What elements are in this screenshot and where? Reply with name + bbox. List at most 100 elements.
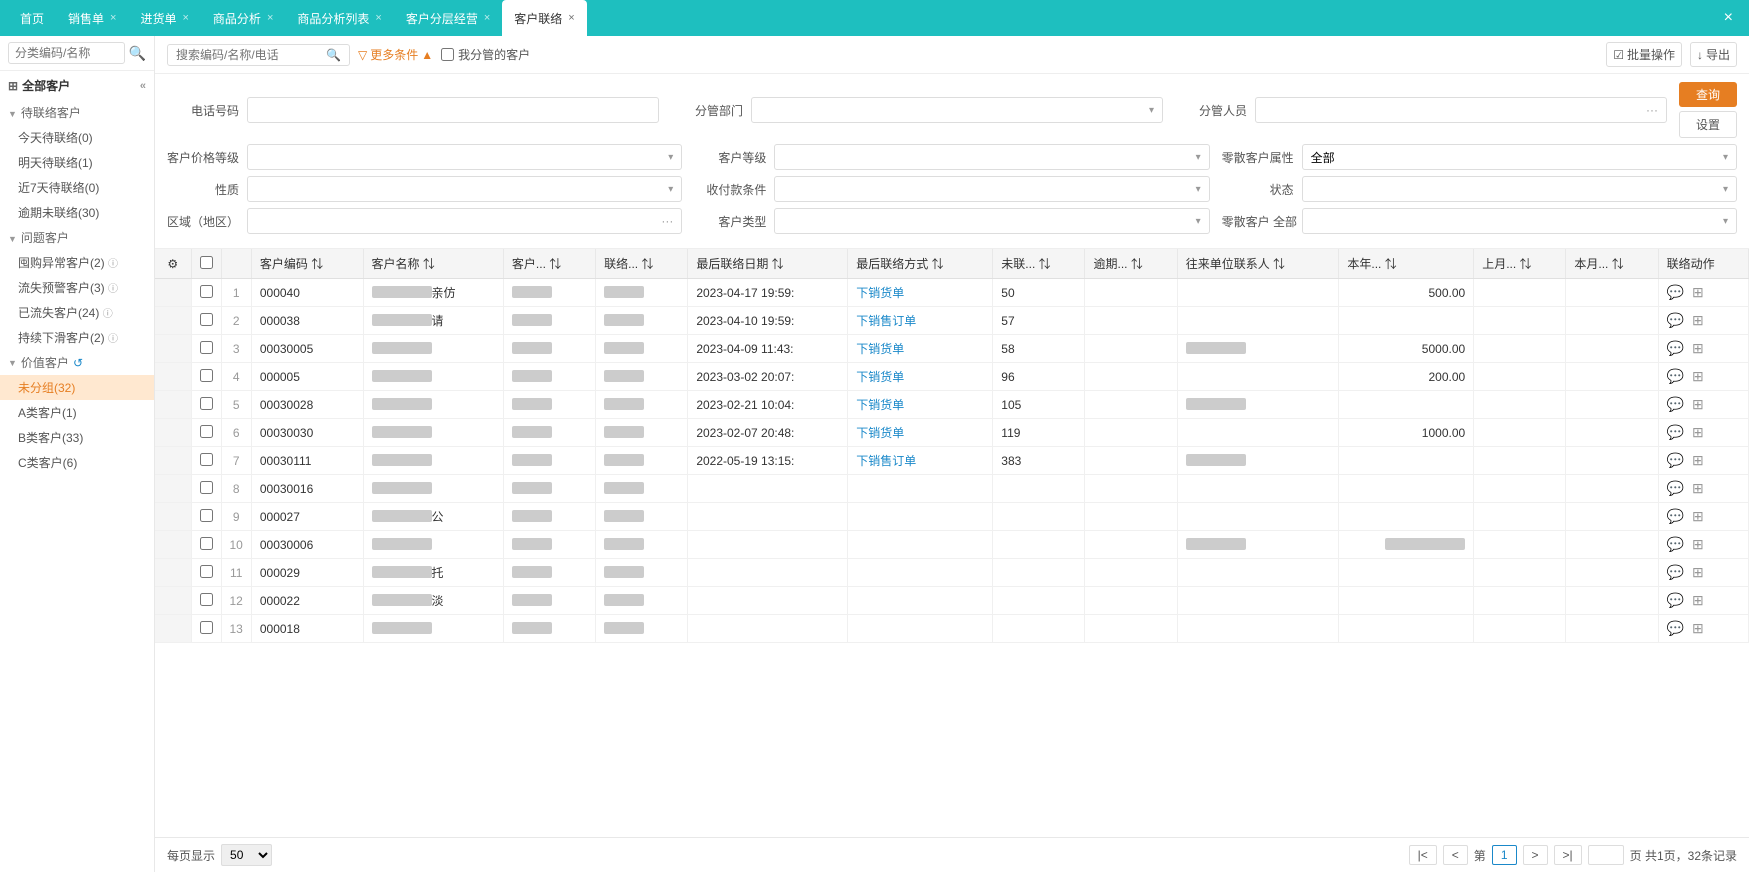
col-last-contact-method[interactable]: 最后联络方式 ⇅	[848, 249, 993, 279]
export-btn[interactable]: ↓ 导出	[1690, 42, 1737, 67]
sidebar-search-button[interactable]: 🔍	[129, 45, 146, 62]
staff-control[interactable]: ···	[1255, 97, 1667, 123]
sidebar-item-class-c[interactable]: C类客户(6)	[0, 450, 154, 475]
row-checkbox-cell[interactable]	[191, 475, 221, 503]
row-checkbox-cell[interactable]	[191, 587, 221, 615]
chat-icon[interactable]: 💬	[1667, 452, 1684, 469]
sidebar-item-today-pending[interactable]: 今天待联络(0)	[0, 125, 154, 150]
row-checkbox-cell[interactable]	[191, 447, 221, 475]
more-action-icon[interactable]: ⊞	[1692, 564, 1704, 581]
query-button[interactable]: 查询	[1679, 82, 1737, 107]
row-checkbox-cell[interactable]	[191, 391, 221, 419]
sidebar-collapse-icon[interactable]: «	[140, 80, 146, 92]
last-page-btn[interactable]: >|	[1554, 845, 1582, 865]
my-customers-checkbox[interactable]: 我分管的客户	[441, 46, 530, 63]
contact-method-link[interactable]: 下销售订单	[856, 454, 916, 468]
row-checkbox[interactable]	[200, 313, 213, 326]
customer-segment-tab-close[interactable]: ×	[484, 12, 490, 24]
sidebar-item-churned[interactable]: 已流失客户(24) ⓘ	[0, 300, 154, 325]
sidebar-item-declining[interactable]: 持续下滑客户(2) ⓘ	[0, 325, 154, 350]
chat-icon[interactable]: 💬	[1667, 340, 1684, 357]
chat-icon[interactable]: 💬	[1667, 620, 1684, 637]
more-action-icon[interactable]: ⊞	[1692, 620, 1704, 637]
row-checkbox[interactable]	[200, 369, 213, 382]
more-action-icon[interactable]: ⊞	[1692, 424, 1704, 441]
more-conditions-btn[interactable]: ▽ 更多条件 ▲	[358, 46, 433, 63]
row-checkbox-cell[interactable]	[191, 419, 221, 447]
customer-type-control[interactable]: ▾	[774, 208, 1209, 234]
reload-icon[interactable]: ↺	[73, 356, 83, 370]
tab-purchase[interactable]: 进货单 ×	[128, 0, 200, 36]
product-analysis-list-tab-close[interactable]: ×	[375, 12, 381, 24]
staff-more-icon[interactable]: ···	[1646, 103, 1658, 117]
more-action-icon[interactable]: ⊞	[1692, 312, 1704, 329]
chat-icon[interactable]: 💬	[1667, 368, 1684, 385]
chat-icon[interactable]: 💬	[1667, 508, 1684, 525]
col-overdue[interactable]: 逾期... ⇅	[1085, 249, 1177, 279]
sidebar-item-class-a[interactable]: A类客户(1)	[0, 400, 154, 425]
price-level-control[interactable]: ▾	[247, 144, 682, 170]
col-this-year[interactable]: 本年... ⇅	[1339, 249, 1474, 279]
row-checkbox-cell[interactable]	[191, 531, 221, 559]
row-checkbox-cell[interactable]	[191, 559, 221, 587]
col-company-contact[interactable]: 往来单位联系人 ⇅	[1177, 249, 1339, 279]
row-checkbox[interactable]	[200, 621, 213, 634]
row-checkbox-cell[interactable]	[191, 615, 221, 643]
sidebar-item-tomorrow-pending[interactable]: 明天待联络(1)	[0, 150, 154, 175]
goto-page-input[interactable]	[1588, 845, 1624, 865]
col-no-contact[interactable]: 未联... ⇅	[993, 249, 1085, 279]
col-settings[interactable]: ⚙	[155, 249, 191, 279]
sidebar-item-week-pending[interactable]: 近7天待联络(0)	[0, 175, 154, 200]
prev-page-btn[interactable]: <	[1443, 845, 1468, 865]
sidebar-item-class-b[interactable]: B类客户(33)	[0, 425, 154, 450]
phone-input[interactable]	[256, 103, 650, 117]
sidebar-item-overdue-pending[interactable]: 逾期未联络(30)	[0, 200, 154, 225]
value-customers-group[interactable]: 价值客户 ↺	[0, 350, 154, 375]
tab-home[interactable]: 首页	[8, 0, 56, 36]
row-checkbox-cell[interactable]	[191, 503, 221, 531]
more-action-icon[interactable]: ⊞	[1692, 396, 1704, 413]
more-action-icon[interactable]: ⊞	[1692, 592, 1704, 609]
chat-icon[interactable]: 💬	[1667, 284, 1684, 301]
col-name[interactable]: 客户名称 ⇅	[363, 249, 503, 279]
tab-product-analysis-list[interactable]: 商品分析列表 ×	[285, 0, 393, 36]
contact-method-link[interactable]: 下销货单	[856, 398, 904, 412]
retail-attr-control[interactable]: 全部 ▾	[1302, 144, 1737, 170]
sidebar-item-abnormal-hoard[interactable]: 囤购异常客户(2) ⓘ	[0, 250, 154, 275]
row-checkbox[interactable]	[200, 509, 213, 522]
more-action-icon[interactable]: ⊞	[1692, 480, 1704, 497]
product-analysis-tab-close[interactable]: ×	[267, 12, 273, 24]
phone-control[interactable]	[247, 97, 659, 123]
col-code[interactable]: 客户编码 ⇅	[251, 249, 363, 279]
more-action-icon[interactable]: ⊞	[1692, 508, 1704, 525]
row-checkbox-cell[interactable]	[191, 307, 221, 335]
row-checkbox[interactable]	[200, 425, 213, 438]
dept-control[interactable]: ▾	[751, 97, 1163, 123]
contact-method-link[interactable]: 下销货单	[856, 370, 904, 384]
nature-control[interactable]: ▾	[247, 176, 682, 202]
row-checkbox-cell[interactable]	[191, 335, 221, 363]
filter-search-icon[interactable]: 🔍	[326, 48, 341, 62]
more-action-icon[interactable]: ⊞	[1692, 368, 1704, 385]
filter-search-input[interactable]	[176, 48, 326, 62]
problem-customers-group[interactable]: 问题客户	[0, 225, 154, 250]
retail-customer-control[interactable]: ▾	[1302, 208, 1737, 234]
chat-icon[interactable]: 💬	[1667, 592, 1684, 609]
select-all-checkbox[interactable]	[200, 256, 213, 269]
col-select-all[interactable]	[191, 249, 221, 279]
all-customers-header[interactable]: ⊞ 全部客户 «	[0, 71, 154, 100]
tab-product-analysis[interactable]: 商品分析 ×	[201, 0, 285, 36]
row-checkbox[interactable]	[200, 593, 213, 606]
more-action-icon[interactable]: ⊞	[1692, 340, 1704, 357]
chat-icon[interactable]: 💬	[1667, 424, 1684, 441]
status-control[interactable]: ▾	[1302, 176, 1737, 202]
pending-contact-group[interactable]: 待联络客户	[0, 100, 154, 125]
row-checkbox[interactable]	[200, 565, 213, 578]
sales-tab-close[interactable]: ×	[110, 12, 116, 24]
chat-icon[interactable]: 💬	[1667, 396, 1684, 413]
more-action-icon[interactable]: ⊞	[1692, 452, 1704, 469]
batch-operation-btn[interactable]: ☑ 批量操作	[1606, 42, 1682, 67]
contact-method-link[interactable]: 下销货单	[856, 286, 904, 300]
contact-method-link[interactable]: 下销货单	[856, 342, 904, 356]
chat-icon[interactable]: 💬	[1667, 480, 1684, 497]
